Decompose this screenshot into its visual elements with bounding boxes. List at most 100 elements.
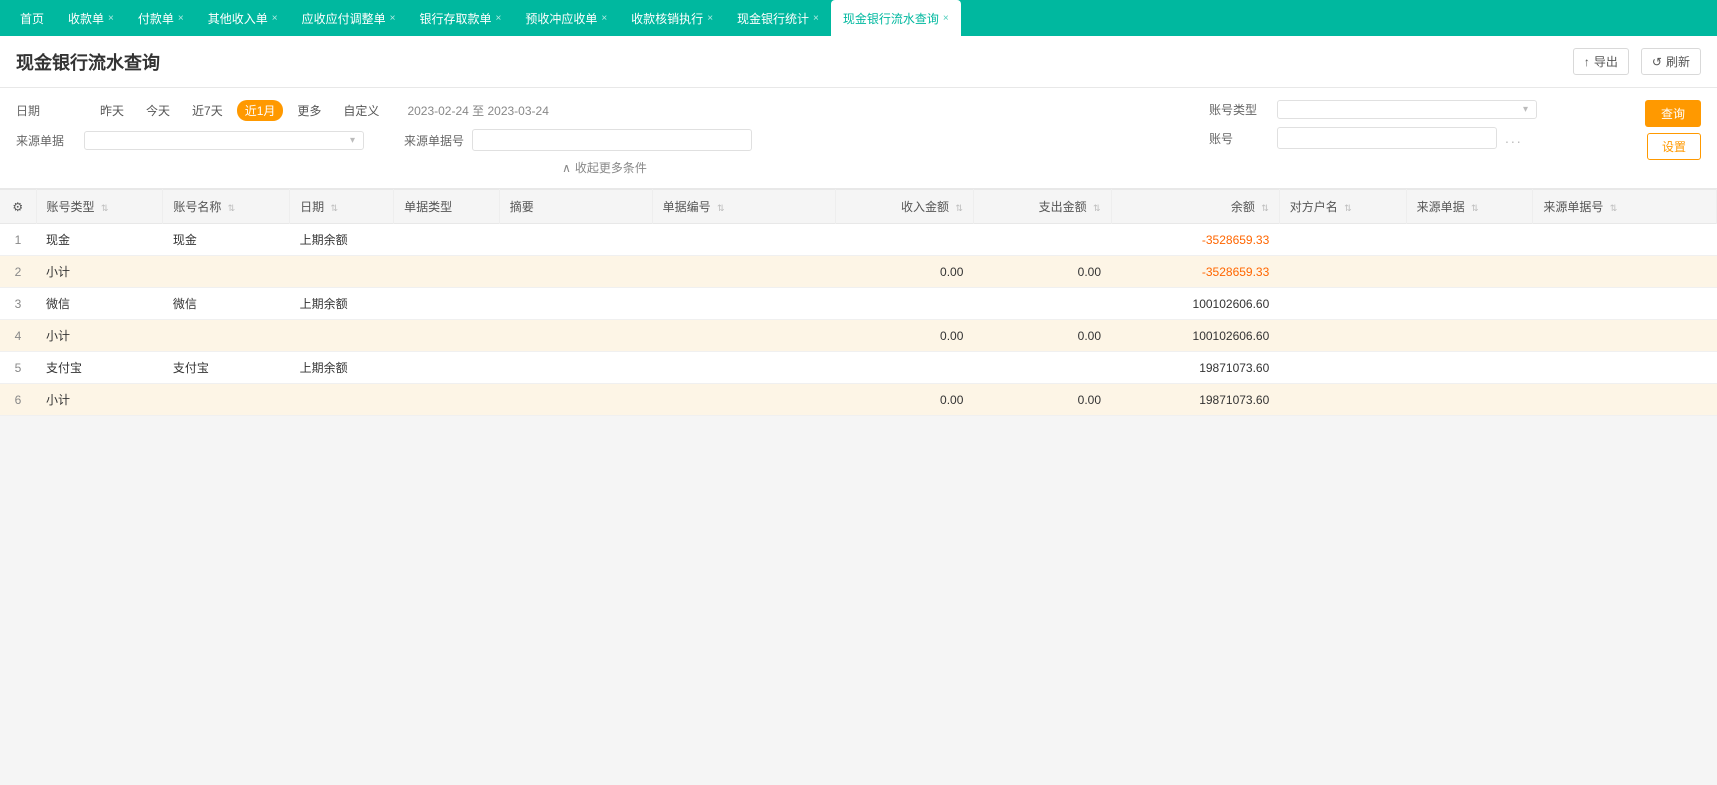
cell-source-doc-num <box>1533 288 1717 320</box>
cell-account-type: 小计 <box>36 320 163 352</box>
collapse-bar[interactable]: ∧ 收起更多条件 <box>16 155 1193 176</box>
table-header-row: ⚙ 账号类型 ⇅ 账号名称 ⇅ 日期 ⇅ 单据类型 摘要 <box>0 190 1717 224</box>
col-counterparty: 对方户名 ⇅ <box>1279 190 1406 224</box>
source-doc-select[interactable]: ▾ <box>84 131 364 150</box>
cell-rownum: 4 <box>0 320 36 352</box>
cell-doc-type <box>394 224 500 256</box>
gear-icon[interactable]: ⚙ <box>12 200 23 214</box>
cell-income: 0.00 <box>836 256 974 288</box>
nav-tab-2[interactable]: 其他收入单 × <box>196 0 290 36</box>
cell-doc-number <box>652 320 836 352</box>
sort-icon-doc-number[interactable]: ⇅ <box>717 203 725 213</box>
nav-tab-7[interactable]: 现金银行统计 × <box>725 0 831 36</box>
account-dots[interactable]: ... <box>1505 130 1523 146</box>
cell-date: 上期余额 <box>290 352 394 384</box>
cell-source-doc <box>1406 320 1533 352</box>
cell-balance: -3528659.33 <box>1111 256 1279 288</box>
col-balance: 余额 ⇅ <box>1111 190 1279 224</box>
close-tab-4[interactable]: × <box>495 13 501 24</box>
col-doc-number: 单据编号 ⇅ <box>652 190 836 224</box>
cell-expense: 0.00 <box>973 320 1111 352</box>
sort-icon-balance[interactable]: ⇅ <box>1261 203 1269 213</box>
cell-date <box>290 384 394 416</box>
sort-icon-source-doc-num[interactable]: ⇅ <box>1610 203 1618 213</box>
cell-account-name: 微信 <box>163 288 290 320</box>
col-account-name: 账号名称 ⇅ <box>163 190 290 224</box>
settings-button[interactable]: 设置 <box>1647 133 1701 160</box>
close-tab-3[interactable]: × <box>390 13 396 24</box>
cell-counterparty <box>1279 256 1406 288</box>
close-tab-7[interactable]: × <box>813 13 819 24</box>
close-tab-1[interactable]: × <box>178 13 184 24</box>
sort-icon-counterparty[interactable]: ⇅ <box>1344 203 1352 213</box>
refresh-button[interactable]: ↺ 刷新 <box>1641 48 1701 75</box>
nav-tab-3[interactable]: 应收应付调整单 × <box>290 0 408 36</box>
account-type-label: 账号类型 <box>1209 101 1269 118</box>
cell-date <box>290 320 394 352</box>
close-tab-8[interactable]: × <box>943 13 949 24</box>
cell-account-name: 现金 <box>163 224 290 256</box>
filter-area: 日期 昨天 今天 近7天 近1月 更多 自定义 2023-02-24 至 202… <box>0 88 1717 189</box>
table-row: 5 支付宝 支付宝 上期余额 19871073.60 <box>0 352 1717 384</box>
sort-icon-expense[interactable]: ⇅ <box>1093 203 1101 213</box>
cell-summary <box>499 352 652 384</box>
col-source-doc-num: 来源单据号 ⇅ <box>1533 190 1717 224</box>
sort-icon-account-name[interactable]: ⇅ <box>228 203 236 213</box>
date-opt-yesterday[interactable]: 昨天 <box>92 100 132 121</box>
cell-account-name <box>163 384 290 416</box>
cell-doc-number <box>652 256 836 288</box>
nav-tab-0[interactable]: 收款单 × <box>56 0 126 36</box>
close-tab-6[interactable]: × <box>707 13 713 24</box>
cell-doc-number <box>652 384 836 416</box>
cell-rownum: 5 <box>0 352 36 384</box>
cell-balance: 19871073.60 <box>1111 384 1279 416</box>
nav-home[interactable]: 首页 <box>8 0 56 36</box>
close-tab-5[interactable]: × <box>601 13 607 24</box>
collapse-icon: ∧ <box>562 161 571 175</box>
date-opt-1month[interactable]: 近1月 <box>237 100 284 121</box>
cell-source-doc <box>1406 288 1533 320</box>
col-gear[interactable]: ⚙ <box>0 190 36 224</box>
cell-doc-type <box>394 352 500 384</box>
account-input[interactable] <box>1277 127 1497 149</box>
date-opt-7days[interactable]: 近7天 <box>184 100 231 121</box>
close-tab-0[interactable]: × <box>108 13 114 24</box>
source-doc-num-group: 来源单据号 <box>404 129 752 151</box>
cell-counterparty <box>1279 224 1406 256</box>
cell-doc-number <box>652 288 836 320</box>
page-header: 现金银行流水查询 ↑ 导出 ↺ 刷新 <box>0 36 1717 88</box>
nav-tab-6[interactable]: 收款核销执行 × <box>619 0 725 36</box>
close-tab-2[interactable]: × <box>272 13 278 24</box>
cell-expense: 0.00 <box>973 256 1111 288</box>
nav-tab-4[interactable]: 银行存取款单 × <box>407 0 513 36</box>
account-type-select[interactable]: ▾ <box>1277 100 1537 119</box>
sort-icon-source-doc[interactable]: ⇅ <box>1471 203 1479 213</box>
source-doc-group: 来源单据 ▾ <box>16 131 364 150</box>
cell-source-doc-num <box>1533 256 1717 288</box>
data-table: ⚙ 账号类型 ⇅ 账号名称 ⇅ 日期 ⇅ 单据类型 摘要 <box>0 189 1717 416</box>
sort-icon-account-type[interactable]: ⇅ <box>101 203 109 213</box>
cell-source-doc-num <box>1533 320 1717 352</box>
cell-balance: 19871073.60 <box>1111 352 1279 384</box>
cell-summary <box>499 224 652 256</box>
cell-date <box>290 256 394 288</box>
source-doc-num-input[interactable] <box>472 129 752 151</box>
cell-income <box>836 288 974 320</box>
date-opt-today[interactable]: 今天 <box>138 100 178 121</box>
nav-tab-5[interactable]: 预收冲应收单 × <box>513 0 619 36</box>
query-button[interactable]: 查询 <box>1645 100 1701 127</box>
export-button[interactable]: ↑ 导出 <box>1573 48 1629 75</box>
sort-icon-income[interactable]: ⇅ <box>955 203 963 213</box>
sort-icon-date[interactable]: ⇅ <box>330 203 338 213</box>
col-summary: 摘要 <box>499 190 652 224</box>
cell-source-doc <box>1406 256 1533 288</box>
date-opt-custom[interactable]: 自定义 <box>335 100 387 121</box>
nav-tab-8[interactable]: 现金银行流水查询 × <box>831 0 961 36</box>
cell-income: 0.00 <box>836 320 974 352</box>
export-icon: ↑ <box>1584 55 1590 69</box>
cell-counterparty <box>1279 288 1406 320</box>
cell-balance: 100102606.60 <box>1111 288 1279 320</box>
filter-row-source: 来源单据 ▾ 来源单据号 <box>16 129 1193 151</box>
date-opt-more[interactable]: 更多 <box>289 100 329 121</box>
nav-tab-1[interactable]: 付款单 × <box>126 0 196 36</box>
